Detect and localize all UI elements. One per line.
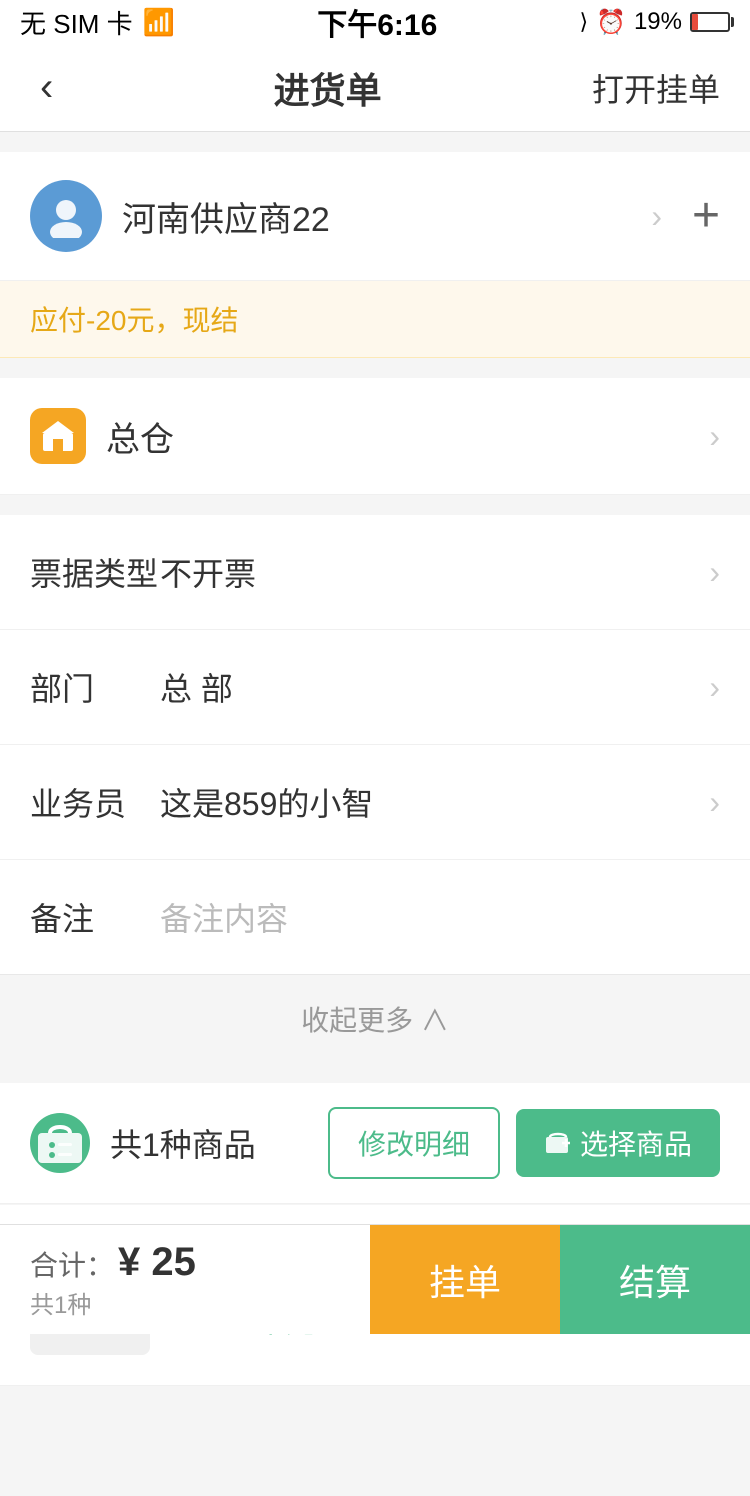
alarm-icon: ⏰ <box>596 8 626 37</box>
total-amount: ¥ 25 <box>118 1240 196 1285</box>
department-chevron-icon: › <box>709 669 720 706</box>
form-card: 票据类型 不开票 › 部门 总 部 › 业务员 这是859的小智 › 备注 备注… <box>0 515 750 974</box>
sim-label: 无 SIM 卡 <box>20 4 133 41</box>
total-count: 共1种 <box>30 1285 340 1320</box>
battery-percent: 19% <box>634 8 682 36</box>
location-icon: ⟩ <box>579 9 588 35</box>
remark-row[interactable]: 备注 备注内容 <box>0 860 750 974</box>
warehouse-name: 总仓 <box>106 412 709 461</box>
remark-label: 备注 <box>30 894 160 940</box>
ticket-type-chevron-icon: › <box>709 554 720 591</box>
gap-3 <box>0 495 750 515</box>
department-label: 部门 <box>30 664 160 710</box>
bottom-spacer <box>0 1386 750 1496</box>
back-button[interactable]: ‹ <box>30 55 63 120</box>
edit-detail-button[interactable]: 修改明细 <box>328 1107 500 1179</box>
ticket-type-value: 不开票 <box>160 549 709 595</box>
status-right: ⟩ ⏰ 19% <box>579 8 730 37</box>
gap-1 <box>0 132 750 152</box>
supplier-card: 河南供应商22 › + 应付-20元，现结 <box>0 152 750 358</box>
battery-icon <box>690 12 730 32</box>
goods-header: 共1种商品 修改明细 选择商品 <box>0 1083 750 1204</box>
salesperson-row[interactable]: 业务员 这是859的小智 › <box>0 745 750 860</box>
total-section: 合计： ¥ 25 共1种 <box>0 1225 370 1334</box>
warehouse-row[interactable]: 总仓 › <box>0 378 750 495</box>
ticket-type-label: 票据类型 <box>30 549 160 595</box>
warehouse-icon-bg <box>30 408 86 464</box>
open-suspend-button[interactable]: 打开挂单 <box>592 65 720 111</box>
supplier-avatar <box>30 180 102 252</box>
ticket-type-row[interactable]: 票据类型 不开票 › <box>0 515 750 630</box>
page-title: 进货单 <box>274 62 382 114</box>
checkout-button[interactable]: 结算 <box>560 1225 750 1334</box>
supplier-row[interactable]: 河南供应商22 › + <box>0 152 750 281</box>
remark-placeholder[interactable]: 备注内容 <box>160 894 720 940</box>
salesperson-chevron-icon: › <box>709 784 720 821</box>
total-label: 合计： <box>30 1244 114 1284</box>
department-row[interactable]: 部门 总 部 › <box>0 630 750 745</box>
wifi-icon: 📶 <box>143 7 175 38</box>
select-goods-label: 选择商品 <box>580 1123 692 1163</box>
department-value: 总 部 <box>160 664 709 710</box>
suspend-button[interactable]: 挂单 <box>370 1225 560 1334</box>
goods-count: 共1种商品 <box>110 1120 328 1166</box>
salesperson-label: 业务员 <box>30 779 160 825</box>
add-supplier-button[interactable]: + <box>692 192 720 240</box>
bottom-bar: 合计： ¥ 25 共1种 挂单 结算 <box>0 1224 750 1334</box>
warehouse-card: 总仓 › <box>0 378 750 495</box>
select-goods-button[interactable]: 选择商品 <box>516 1109 720 1177</box>
cart-icon <box>544 1129 572 1157</box>
nav-bar: ‹ 进货单 打开挂单 <box>0 44 750 132</box>
supplier-name: 河南供应商22 <box>122 192 651 241</box>
gap-4 <box>0 1063 750 1083</box>
status-time: 下午6:16 <box>317 0 437 44</box>
supplier-alert: 应付-20元，现结 <box>0 281 750 358</box>
salesperson-value: 这是859的小智 <box>160 779 709 825</box>
gap-2 <box>0 358 750 378</box>
warehouse-chevron-icon: › <box>709 418 720 455</box>
status-bar: 无 SIM 卡 📶 下午6:16 ⟩ ⏰ 19% <box>0 0 750 44</box>
collapse-toggle[interactable]: 收起更多 ∧ <box>0 974 750 1063</box>
supplier-chevron-icon: › <box>651 198 662 235</box>
goods-icon <box>30 1113 90 1173</box>
status-left: 无 SIM 卡 📶 <box>20 4 175 41</box>
